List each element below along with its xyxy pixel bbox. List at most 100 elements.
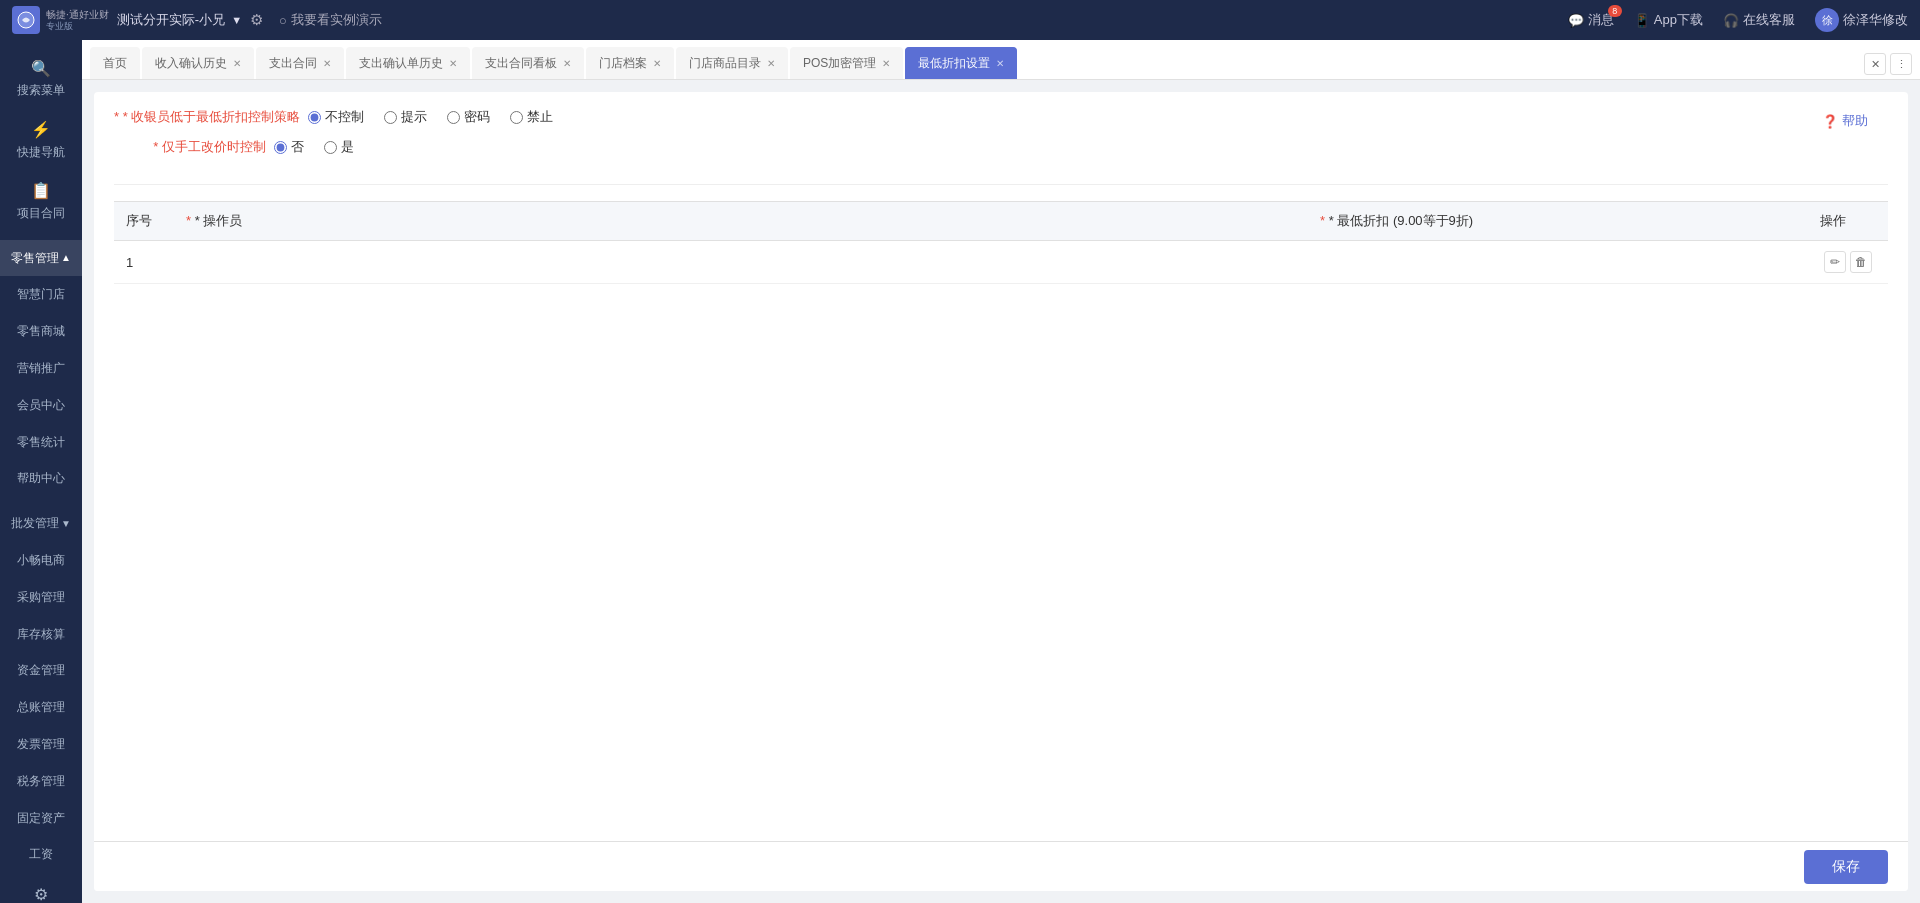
main-card: ❓ 帮助 * * 收银员低于最低折扣控制策略 不控制: [94, 92, 1908, 891]
sidebar-item-payroll[interactable]: 工资: [0, 836, 82, 873]
sidebar-settings-button[interactable]: ⚙: [0, 873, 82, 903]
manual-yes-label: 是: [341, 138, 354, 156]
purchase-label: 采购管理: [17, 589, 65, 606]
sidebar-item-project[interactable]: 📋 项目合同: [0, 170, 82, 231]
tab-contract-board[interactable]: 支出合同看板 ✕: [472, 47, 584, 79]
settings-icon[interactable]: ⚙: [250, 11, 263, 29]
col-operator-header: * * 操作员: [174, 202, 1308, 241]
shortcut-icon: ⚡: [31, 119, 51, 141]
sidebar-item-search[interactable]: 🔍 搜索菜单: [0, 48, 82, 109]
sidebar-item-ecommerce[interactable]: 小畅电商: [0, 542, 82, 579]
manual-label: * 仅手工改价时控制: [114, 138, 274, 156]
top-bar-right: 💬 消息 8 📱 App下载 🎧 在线客服 徐 徐泽华修改: [1568, 8, 1908, 32]
delete-button[interactable]: 🗑: [1850, 251, 1872, 273]
table-row: 1 ✏ 🗑: [114, 241, 1888, 284]
policy-prohibit-radio[interactable]: [510, 111, 523, 124]
demo-link[interactable]: ○ 我要看实例演示: [279, 11, 382, 29]
sidebar-item-smart-store[interactable]: 智慧门店: [0, 276, 82, 313]
sidebar-item-finance[interactable]: 资金管理: [0, 652, 82, 689]
sidebar-item-tax[interactable]: 税务管理: [0, 763, 82, 800]
sidebar-item-online-store[interactable]: 零售商城: [0, 313, 82, 350]
project-selector[interactable]: 测试分开实际-小兄 ▼: [117, 11, 242, 29]
user-menu[interactable]: 徐 徐泽华修改: [1815, 8, 1908, 32]
marketing-label: 营销推广: [17, 360, 65, 377]
tab-pos-pwd[interactable]: POS加密管理 ✕: [790, 47, 903, 79]
online-support-button[interactable]: 🎧 在线客服: [1723, 11, 1795, 29]
tab-contract-board-close[interactable]: ✕: [563, 58, 571, 69]
policy-no-control-radio[interactable]: [308, 111, 321, 124]
row-operator: [174, 241, 1308, 284]
sidebar-item-marketing[interactable]: 营销推广: [0, 350, 82, 387]
sidebar-item-fixed-assets[interactable]: 固定资产: [0, 800, 82, 837]
sidebar-item-accounting[interactable]: 总账管理: [0, 689, 82, 726]
save-button[interactable]: 保存: [1804, 850, 1888, 884]
invoice-label: 发票管理: [17, 736, 65, 753]
messages-button[interactable]: 💬 消息 8: [1568, 11, 1614, 29]
sidebar-item-purchase[interactable]: 采购管理: [0, 579, 82, 616]
row-action-buttons: ✏ 🗑: [1820, 251, 1876, 273]
sidebar-item-member[interactable]: 会员中心: [0, 387, 82, 424]
sidebar-item-inventory[interactable]: 库存核算: [0, 616, 82, 653]
tab-close-button[interactable]: ✕: [1864, 53, 1886, 75]
help-icon: ❓: [1822, 114, 1838, 129]
chevron-down-icon: ▼: [231, 14, 242, 26]
row-actions: ✏ 🗑: [1808, 241, 1888, 284]
page-content: ❓ 帮助 * * 收银员低于最低折扣控制策略 不控制: [82, 80, 1920, 903]
tab-min-discount[interactable]: 最低折扣设置 ✕: [905, 47, 1017, 79]
row-discount: [1308, 241, 1808, 284]
app-logo: 畅捷·通好业财 专业版: [12, 6, 109, 34]
tab-store-catalog[interactable]: 门店商品目录 ✕: [676, 47, 788, 79]
tabs-actions: ✕ ⋮: [1864, 53, 1912, 79]
user-name: 徐泽华修改: [1843, 11, 1908, 29]
manual-no[interactable]: 否: [274, 138, 304, 156]
sidebar-item-label: 项目合同: [17, 205, 65, 222]
project-name: 测试分开实际-小兄: [117, 11, 225, 29]
col-discount-header: * * 最低折扣 (9.00等于9折): [1308, 202, 1808, 241]
manual-yes[interactable]: 是: [324, 138, 354, 156]
tab-confirm-history-close[interactable]: ✕: [449, 58, 457, 69]
tab-contract-close[interactable]: ✕: [323, 58, 331, 69]
tax-label: 税务管理: [17, 773, 65, 790]
tab-home[interactable]: 首页: [90, 47, 140, 79]
tabs-bar: 首页 收入确认历史 ✕ 支出合同 ✕ 支出确认单历史 ✕ 支出合同看板 ✕ 门店…: [82, 40, 1920, 80]
policy-no-control[interactable]: 不控制: [308, 108, 364, 126]
retail-stats-label: 零售统计: [17, 434, 65, 451]
inventory-label: 库存核算: [17, 626, 65, 643]
content-area: 首页 收入确认历史 ✕ 支出合同 ✕ 支出确认单历史 ✕ 支出合同看板 ✕ 门店…: [82, 40, 1920, 903]
top-bar: 畅捷·通好业财 专业版 测试分开实际-小兄 ▼ ⚙ ○ 我要看实例演示 💬 消息…: [0, 0, 1920, 40]
card-body: ❓ 帮助 * * 收银员低于最低折扣控制策略 不控制: [94, 92, 1908, 841]
tab-contract[interactable]: 支出合同 ✕: [256, 47, 344, 79]
policy-hint[interactable]: 提示: [384, 108, 427, 126]
policy-prohibit-label: 禁止: [527, 108, 553, 126]
tab-confirm-history[interactable]: 支出确认单历史 ✕: [346, 47, 470, 79]
sidebar-item-retail-stats[interactable]: 零售统计: [0, 424, 82, 461]
tab-menu-button[interactable]: ⋮: [1890, 53, 1912, 75]
tab-min-discount-close[interactable]: ✕: [996, 58, 1004, 69]
policy-password[interactable]: 密码: [447, 108, 490, 126]
policy-hint-radio[interactable]: [384, 111, 397, 124]
app-download-button[interactable]: 📱 App下载: [1634, 11, 1703, 29]
tab-store-files-close[interactable]: ✕: [653, 58, 661, 69]
tab-store-files[interactable]: 门店档案 ✕: [586, 47, 674, 79]
tab-income[interactable]: 收入确认历史 ✕: [142, 47, 254, 79]
policy-prohibit[interactable]: 禁止: [510, 108, 553, 126]
tab-income-close[interactable]: ✕: [233, 58, 241, 69]
help-label: 帮助中心: [17, 470, 65, 487]
policy-password-radio[interactable]: [447, 111, 460, 124]
col-seq-header: 序号: [114, 202, 174, 241]
sidebar-item-wholesale[interactable]: 批发管理 ▼: [0, 505, 82, 542]
sidebar-item-shortcut[interactable]: ⚡ 快捷导航: [0, 109, 82, 170]
required-mark: *: [114, 109, 123, 124]
sidebar-item-help[interactable]: 帮助中心: [0, 460, 82, 497]
help-button[interactable]: ❓ 帮助: [1822, 112, 1868, 130]
tab-pos-pwd-label: POS加密管理: [803, 55, 876, 72]
tab-pos-pwd-close[interactable]: ✕: [882, 58, 890, 69]
sidebar-item-invoice[interactable]: 发票管理: [0, 726, 82, 763]
edit-button[interactable]: ✏: [1824, 251, 1846, 273]
tab-store-catalog-close[interactable]: ✕: [767, 58, 775, 69]
smart-store-label: 智慧门店: [17, 286, 65, 303]
manual-no-radio[interactable]: [274, 141, 287, 154]
sidebar-item-retail[interactable]: 零售管理 ▲: [0, 240, 82, 277]
manual-yes-radio[interactable]: [324, 141, 337, 154]
col-actions-header: 操作: [1808, 202, 1888, 241]
